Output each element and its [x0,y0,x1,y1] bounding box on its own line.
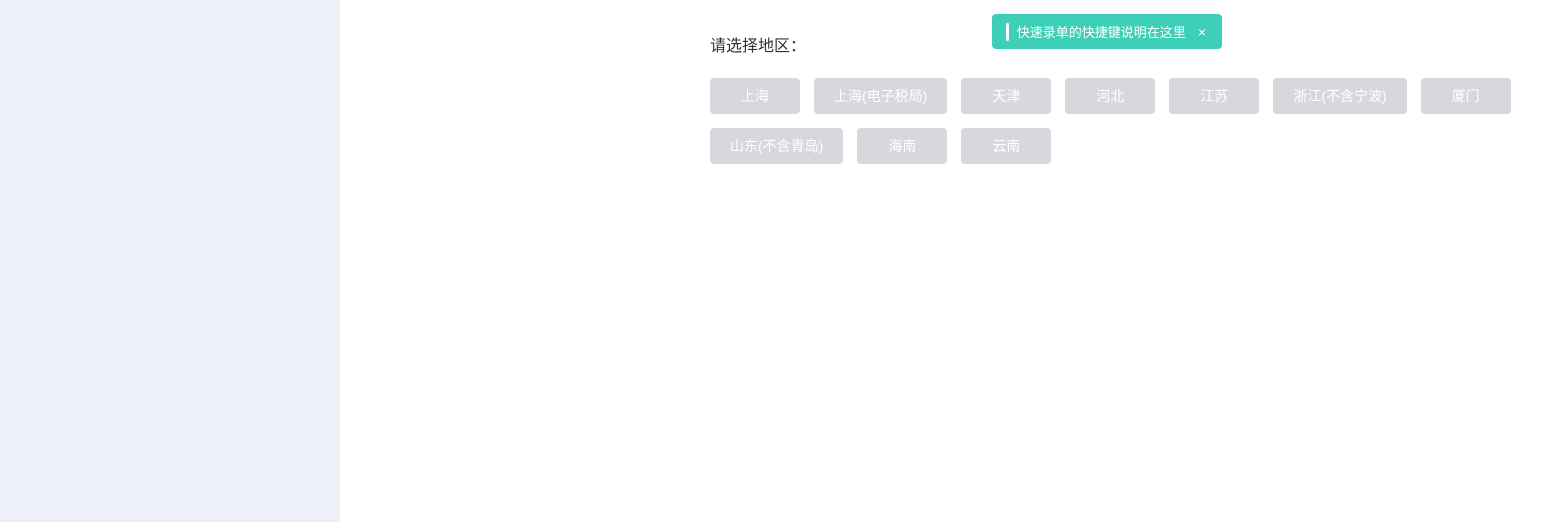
region-btn-hainan[interactable]: 海南 [857,128,947,164]
region-btn-shanghai-etax[interactable]: 上海(电子税局) [814,78,947,114]
tooltip-close-button[interactable]: × [1196,25,1208,39]
page-section: 请选择地区： 上海上海(电子税局)天津河北江苏浙江(不含宁波)厦门 山东(不含青… [710,32,1562,178]
region-btn-xiamen[interactable]: 厦门 [1421,78,1511,114]
region-btn-jiangsu[interactable]: 江苏 [1169,78,1259,114]
region-btn-shanghai[interactable]: 上海 [710,78,800,114]
region-btn-tianjin[interactable]: 天津 [961,78,1051,114]
tooltip-text: 快速录单的快捷键说明在这里 [1017,22,1186,41]
sidebar [0,0,340,522]
main-content: 快速录单的快捷键说明在这里 × 请选择地区： 上海上海(电子税局)天津河北江苏浙… [340,0,1562,522]
region-btn-zhejiang[interactable]: 浙江(不含宁波) [1273,78,1406,114]
region-btn-hebei[interactable]: 河北 [1065,78,1155,114]
tooltip-banner: 快速录单的快捷键说明在这里 × [992,14,1222,49]
region-row-2: 山东(不含青岛) 海南云南 [710,128,1562,164]
region-btn-shandong[interactable]: 山东(不含青岛) [710,128,843,164]
region-btn-yunnan[interactable]: 云南 [961,128,1051,164]
tooltip-bar [1006,23,1009,41]
region-row-1: 上海上海(电子税局) 天津河北江苏浙江(不含宁波) 厦门 [710,78,1562,114]
